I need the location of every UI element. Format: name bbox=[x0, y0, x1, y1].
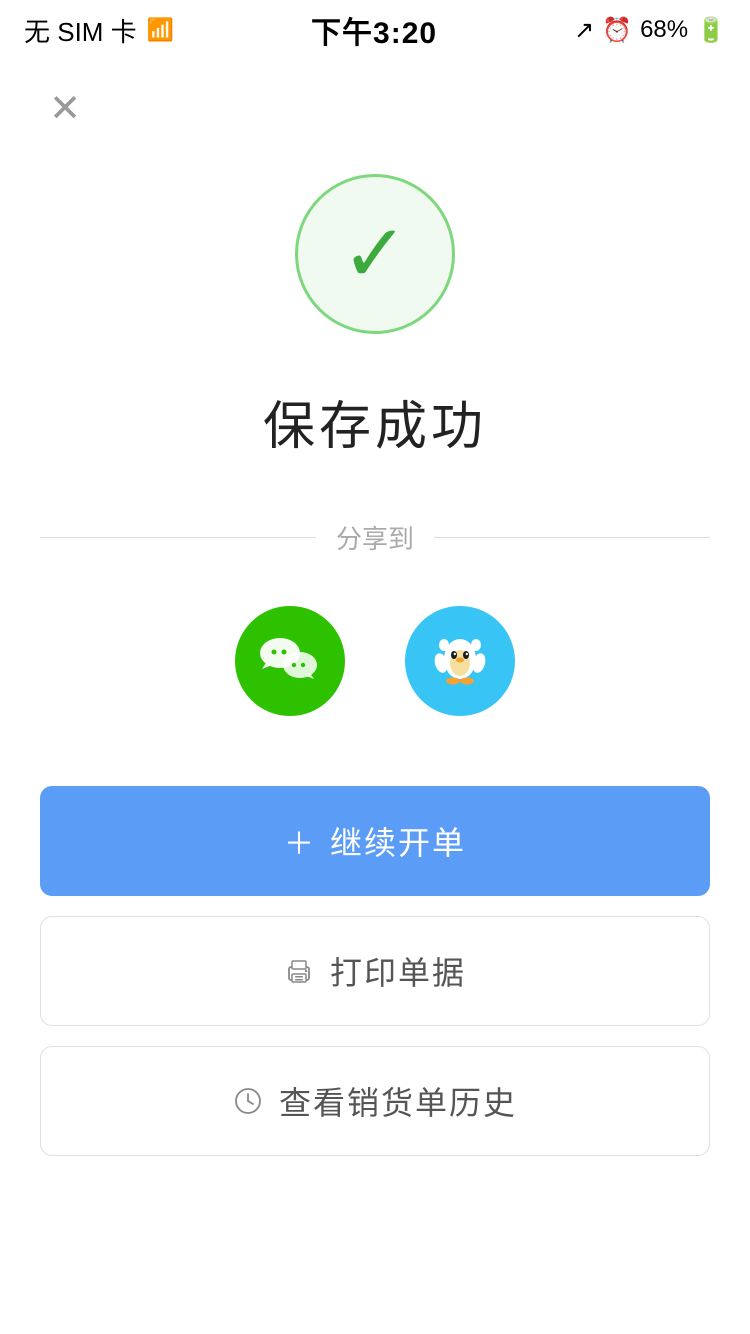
qq-share-button[interactable] bbox=[405, 606, 515, 716]
no-sim-label: 无 SIM 卡 bbox=[24, 12, 137, 49]
success-circle: ✓ bbox=[295, 174, 455, 334]
status-bar: 无 SIM 卡 📶 下午3:20 ↗ ⏰ 68% 🔋 bbox=[0, 0, 750, 60]
divider-line-left bbox=[40, 537, 316, 538]
success-title: 保存成功 bbox=[263, 384, 487, 459]
close-btn-row: ✕ bbox=[0, 60, 750, 144]
action-buttons: ＋ 继续开单 打印单据 bbox=[40, 786, 710, 1156]
checkmark-icon: ✓ bbox=[341, 214, 408, 294]
wechat-share-button[interactable] bbox=[235, 606, 345, 716]
location-icon: ↗ bbox=[574, 16, 594, 45]
share-label: 分享到 bbox=[336, 519, 414, 556]
status-time: 下午3:20 bbox=[311, 8, 437, 52]
main-content: ✓ 保存成功 分享到 bbox=[0, 144, 750, 1334]
alarm-icon: ⏰ bbox=[602, 16, 632, 45]
share-divider: 分享到 bbox=[40, 519, 710, 556]
close-button[interactable]: ✕ bbox=[40, 84, 90, 134]
close-x-icon: ✕ bbox=[49, 90, 81, 128]
print-button[interactable]: 打印单据 bbox=[40, 916, 710, 1026]
history-label: 查看销货单历史 bbox=[279, 1078, 517, 1124]
printer-icon bbox=[284, 956, 314, 986]
continue-label: 继续开单 bbox=[330, 818, 466, 864]
status-right: ↗ ⏰ 68% 🔋 bbox=[574, 16, 726, 45]
divider-line-right bbox=[434, 537, 710, 538]
status-left: 无 SIM 卡 📶 bbox=[24, 12, 174, 49]
clock-icon bbox=[233, 1086, 263, 1116]
battery-label: 68% bbox=[640, 16, 688, 44]
wifi-icon: 📶 bbox=[147, 17, 174, 43]
history-button[interactable]: 查看销货单历史 bbox=[40, 1046, 710, 1156]
plus-icon: ＋ bbox=[284, 819, 314, 863]
continue-button[interactable]: ＋ 继续开单 bbox=[40, 786, 710, 896]
qq-icon bbox=[430, 631, 490, 691]
wechat-icon bbox=[256, 627, 324, 695]
battery-icon: 🔋 bbox=[696, 16, 726, 45]
share-icons-row bbox=[235, 606, 515, 716]
print-label: 打印单据 bbox=[330, 948, 466, 994]
